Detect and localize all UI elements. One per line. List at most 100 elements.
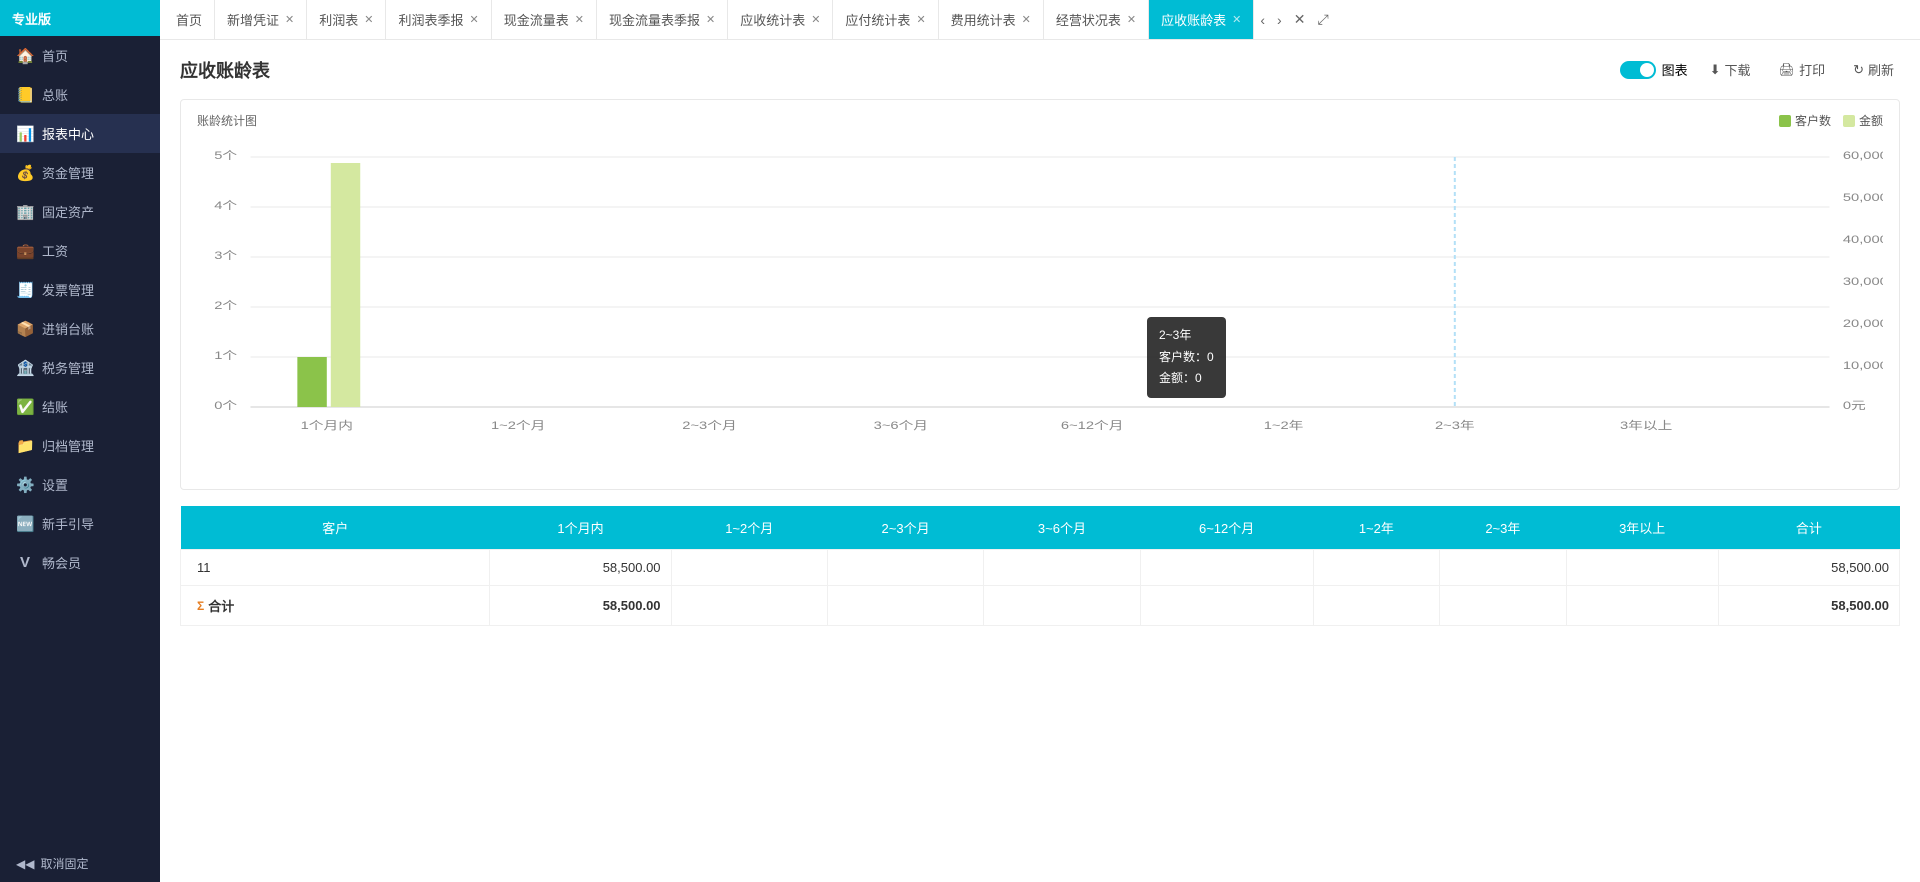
tab-close-icon[interactable]: ✕: [575, 13, 584, 26]
tab-close-icon[interactable]: ✕: [811, 13, 820, 26]
svg-text:2~3个月: 2~3个月: [682, 419, 736, 432]
tab-new-voucher[interactable]: 新增凭证 ✕: [215, 0, 307, 40]
refresh-button[interactable]: ↻ 刷新: [1847, 56, 1900, 83]
cell-m6-12: [1140, 550, 1313, 586]
svg-text:3~6个月: 3~6个月: [874, 419, 928, 432]
svg-text:50,000.00元: 50,000.00元: [1843, 191, 1883, 204]
tab-close-icon[interactable]: ✕: [1232, 13, 1241, 26]
cell-y2-3: [1440, 550, 1567, 586]
chart-toggle[interactable]: 图表: [1620, 60, 1688, 79]
sidebar-item-label: 新手引导: [42, 514, 94, 533]
reports-icon: 📊: [16, 125, 34, 143]
unpin-button[interactable]: ◀◀ 取消固定: [0, 845, 160, 882]
tab-close-icon[interactable]: ✕: [470, 13, 479, 26]
svg-text:0个: 0个: [214, 399, 237, 412]
total-label: Σ 合计: [197, 596, 479, 615]
tab-close-all-button[interactable]: ✕: [1288, 7, 1312, 32]
sidebar-item-reports[interactable]: 📊 报表中心: [0, 114, 160, 153]
sidebar-item-archive[interactable]: 📁 归档管理: [0, 426, 160, 465]
print-button[interactable]: 🖨 打印: [1773, 56, 1832, 83]
toggle-thumb: [1640, 63, 1654, 77]
svg-text:2~3年: 2~3年: [1435, 419, 1475, 432]
legend-amount-label: 金额: [1859, 112, 1883, 129]
sidebar-item-invoice[interactable]: 🧾 发票管理: [0, 270, 160, 309]
tab-next-button[interactable]: ›: [1271, 8, 1288, 32]
cell-m2-3: [827, 550, 983, 586]
tab-prev-button[interactable]: ‹: [1254, 8, 1271, 32]
tab-business-status[interactable]: 经营状况表 ✕: [1044, 0, 1149, 40]
sidebar-item-assets[interactable]: 🏢 固定资产: [0, 192, 160, 231]
sidebar-item-finance[interactable]: 💰 资金管理: [0, 153, 160, 192]
data-table: 客户 1个月内 1~2个月 2~3个月 3~6个月 6~12个月 1~2年 2~…: [180, 506, 1900, 626]
sidebar-item-tax[interactable]: 🏦 税务管理: [0, 348, 160, 387]
sidebar-item-label: 税务管理: [42, 358, 94, 377]
sidebar-item-guide[interactable]: 🆕 新手引导: [0, 504, 160, 543]
tab-ar-aging[interactable]: 应收账龄表 ✕: [1149, 0, 1254, 40]
tab-ap-stats[interactable]: 应付统计表 ✕: [833, 0, 938, 40]
chart-area: 账龄统计图 客户数 金额 5个 4个: [180, 99, 1900, 490]
svg-text:1个月内: 1个月内: [301, 419, 353, 432]
sidebar-item-label: 归档管理: [42, 436, 94, 455]
download-icon: ⬇: [1710, 62, 1721, 78]
sidebar-item-home[interactable]: 🏠 首页: [0, 36, 160, 75]
sidebar-item-label: 畅会员: [42, 553, 81, 572]
col-header-y3plus: 3年以上: [1566, 506, 1718, 550]
tab-ar-stats[interactable]: 应收统计表 ✕: [728, 0, 833, 40]
legend-customers: 客户数: [1779, 112, 1831, 129]
tab-close-icon[interactable]: ✕: [916, 13, 925, 26]
tab-cashflow-quarterly[interactable]: 现金流量表季报 ✕: [597, 0, 728, 40]
download-button[interactable]: ⬇ 下载: [1704, 56, 1757, 83]
sidebar-item-salary[interactable]: 💼 工资: [0, 231, 160, 270]
col-header-m1: 1个月内: [490, 506, 671, 550]
guide-icon: 🆕: [16, 515, 34, 533]
sidebar-item-close[interactable]: ✅ 结账: [0, 387, 160, 426]
unpin-label: 取消固定: [40, 855, 88, 872]
tab-label: 费用统计表: [951, 10, 1016, 29]
cell-total: 58,500.00: [1718, 550, 1899, 586]
tab-close-icon[interactable]: ✕: [1127, 13, 1136, 26]
tab-home[interactable]: 首页: [164, 0, 215, 40]
svg-text:1~2年: 1~2年: [1264, 419, 1304, 432]
tab-close-icon[interactable]: ✕: [364, 13, 373, 26]
tab-close-icon[interactable]: ✕: [706, 13, 715, 26]
cell-m1: 58,500.00: [490, 550, 671, 586]
tab-profit[interactable]: 利润表 ✕: [307, 0, 386, 40]
sidebar-item-label: 设置: [42, 475, 68, 494]
col-header-m3-6: 3~6个月: [984, 506, 1140, 550]
sidebar-item-settings[interactable]: ⚙️ 设置: [0, 465, 160, 504]
tab-label: 现金流量表季报: [609, 10, 700, 29]
tab-bar: 首页 新增凭证 ✕ 利润表 ✕ 利润表季报 ✕ 现金流量表 ✕ 现金流量表季报 …: [160, 0, 1920, 40]
app-logo: 专业版: [0, 0, 160, 36]
legend-customers-label: 客户数: [1795, 112, 1831, 129]
total-m1: 58,500.00: [490, 586, 671, 626]
sidebar-item-label: 结账: [42, 397, 68, 416]
main-area: 首页 新增凭证 ✕ 利润表 ✕ 利润表季报 ✕ 现金流量表 ✕ 现金流量表季报 …: [160, 0, 1920, 882]
tab-profit-quarterly[interactable]: 利润表季报 ✕: [386, 0, 491, 40]
settings-icon: ⚙️: [16, 476, 34, 494]
tab-expand-button[interactable]: ⤢: [1311, 7, 1334, 32]
svg-text:3个: 3个: [214, 249, 237, 262]
chart-svg: 5个 4个 3个 2个 1个 0个 60,000.00元 50,000.00元 …: [197, 137, 1883, 477]
svg-text:40,000.00元: 40,000.00元: [1843, 233, 1883, 246]
table-header-row: 客户 1个月内 1~2个月 2~3个月 3~6个月 6~12个月 1~2年 2~…: [181, 506, 1900, 550]
tab-close-icon[interactable]: ✕: [285, 13, 294, 26]
sidebar-item-ledger[interactable]: 📒 总账: [0, 75, 160, 114]
chart-legend: 客户数 金额: [1779, 112, 1883, 129]
sidebar-item-vip[interactable]: V 畅会员: [0, 543, 160, 582]
tab-expense-stats[interactable]: 费用统计表 ✕: [939, 0, 1044, 40]
total-row: Σ 合计 58,500.00 58,500.00: [181, 586, 1900, 626]
col-header-m2-3: 2~3个月: [827, 506, 983, 550]
unpin-icon: ◀◀: [16, 857, 34, 871]
sidebar-item-label: 总账: [42, 85, 68, 104]
col-header-customer: 客户: [181, 506, 490, 550]
salary-icon: 💼: [16, 242, 34, 260]
sidebar-item-sales[interactable]: 📦 进销台账: [0, 309, 160, 348]
tab-cashflow[interactable]: 现金流量表 ✕: [492, 0, 597, 40]
svg-text:6~12个月: 6~12个月: [1061, 419, 1124, 432]
total-m3-6: [984, 586, 1140, 626]
tab-close-icon[interactable]: ✕: [1022, 13, 1031, 26]
archive-icon: 📁: [16, 437, 34, 455]
svg-text:3年以上: 3年以上: [1620, 419, 1672, 432]
chart-svg-container: 5个 4个 3个 2个 1个 0个 60,000.00元 50,000.00元 …: [197, 137, 1883, 477]
col-header-y1-2: 1~2年: [1313, 506, 1440, 550]
